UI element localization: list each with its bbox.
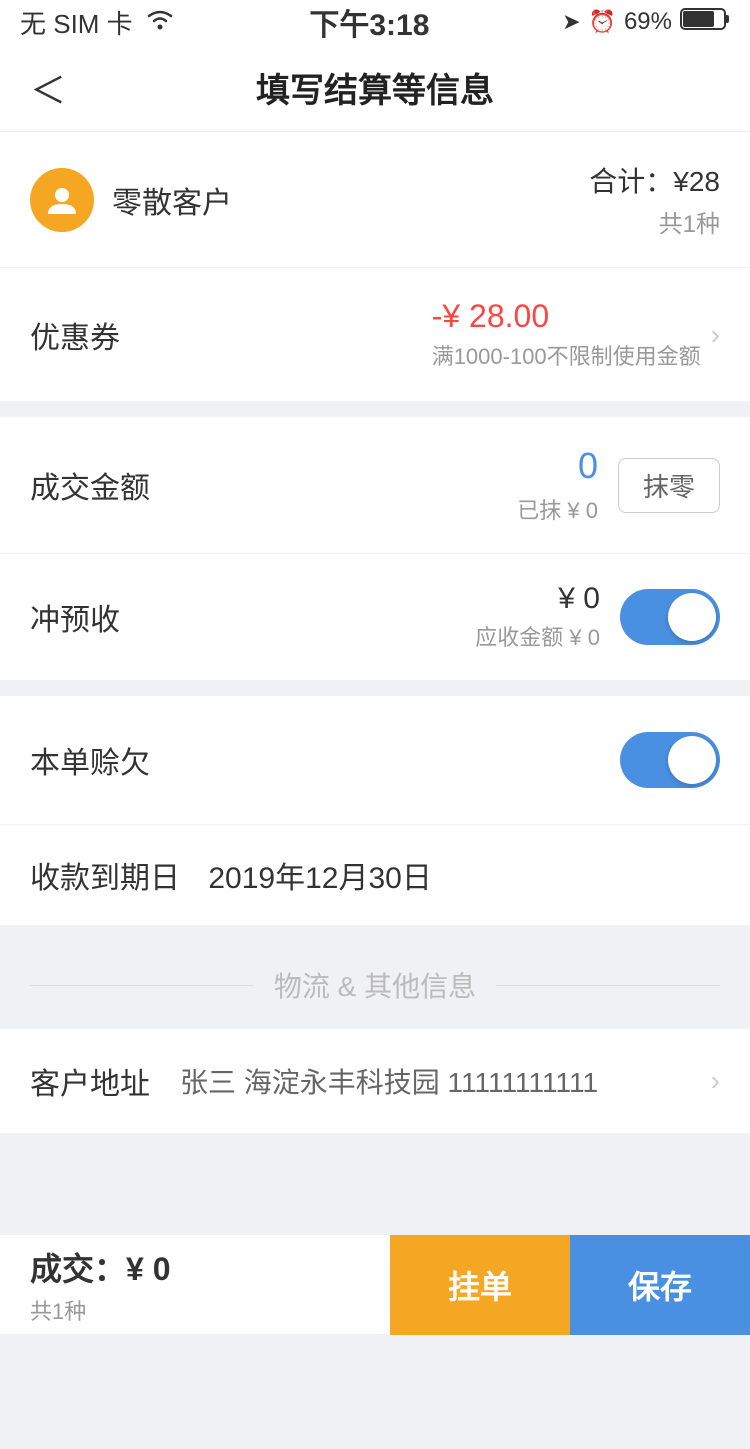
logistics-divider: 物流 & 其他信息	[0, 941, 750, 1029]
coupon-desc: 满1000-100不限制使用金额	[432, 339, 701, 371]
coupon-label: 优惠券	[30, 313, 120, 357]
debt-toggle[interactable]	[620, 732, 720, 788]
debt-row: 本单赊欠	[0, 696, 750, 824]
total-amount: 合计：¥28	[589, 160, 720, 200]
deal-amount-sub: 已抹 ¥ 0	[517, 493, 598, 525]
address-chevron-icon: ›	[711, 1065, 720, 1097]
wifi-icon	[143, 7, 177, 38]
prepayment-row: 冲预收 ¥ 0 应收金额 ¥ 0	[0, 554, 750, 680]
status-bar: 无 SIM 卡 下午3:18 ➤ ⏰ 69%	[0, 0, 750, 44]
save-button[interactable]: 保存	[570, 1235, 750, 1335]
back-button[interactable]: ＜	[30, 52, 76, 124]
deal-section: 成交金额 0 已抹 ¥ 0 抹零 冲预收 ¥ 0 应收金额 ¥ 0	[0, 417, 750, 680]
customer-name: 零散客户	[112, 178, 232, 222]
battery-label: 69%	[624, 8, 672, 36]
due-date-row: 收款到期日 2019年12月30日	[0, 824, 750, 925]
coupon-row[interactable]: 优惠券 -¥ 28.00 满1000-100不限制使用金额 ›	[0, 267, 750, 401]
coupon-discount: -¥ 28.00	[432, 298, 701, 335]
alarm-icon: ⏰	[589, 9, 616, 35]
time-label: 下午3:18	[309, 0, 429, 44]
battery-icon	[680, 6, 730, 39]
customer-section: 零散客户 合计：¥28 共1种 优惠券 -¥ 28.00 满1000-100不限…	[0, 132, 750, 401]
location-icon: ➤	[562, 9, 580, 35]
deal-amount-value[interactable]: 0	[517, 445, 598, 487]
nav-bar: ＜ 填写结算等信息	[0, 44, 750, 132]
bottom-count: 共1种	[30, 1294, 360, 1326]
toggle-knob	[668, 593, 716, 641]
address-section: 客户地址 张三 海淀永丰科技园 11111111111 ›	[0, 1029, 750, 1133]
bottom-deal-label: 成交：¥ 0	[30, 1244, 360, 1290]
prepayment-toggle[interactable]	[620, 589, 720, 645]
chevron-right-icon: ›	[711, 319, 720, 351]
debt-toggle-knob	[668, 736, 716, 784]
address-label: 客户地址	[30, 1059, 150, 1103]
debt-label: 本单赊欠	[30, 738, 150, 782]
bottom-summary: 成交：¥ 0 共1种	[0, 1244, 390, 1326]
pending-button[interactable]: 挂单	[390, 1235, 570, 1335]
logistics-label: 物流 & 其他信息	[274, 965, 476, 1005]
address-row[interactable]: 客户地址 张三 海淀永丰科技园 11111111111 ›	[0, 1029, 750, 1133]
carrier-label: 无 SIM 卡	[20, 4, 133, 41]
page-title: 填写结算等信息	[256, 63, 494, 112]
avatar	[30, 168, 94, 232]
deal-amount-row: 成交金额 0 已抹 ¥ 0 抹零	[0, 417, 750, 554]
prepayment-label: 冲预收	[30, 595, 120, 639]
customer-row: 零散客户 合计：¥28 共1种	[0, 132, 750, 267]
due-date-label: 收款到期日	[30, 862, 180, 895]
total-count: 共1种	[589, 204, 720, 239]
bottom-bar: 成交：¥ 0 共1种 挂单 保存	[0, 1234, 750, 1334]
prepayment-sub: 应收金额 ¥ 0	[475, 620, 600, 652]
debt-section: 本单赊欠 收款到期日 2019年12月30日	[0, 696, 750, 925]
address-value: 张三 海淀永丰科技园 11111111111	[180, 1061, 711, 1101]
bottom-deal-value: ¥ 0	[126, 1251, 170, 1287]
prepayment-value: ¥ 0	[475, 582, 600, 616]
deal-amount-label: 成交金额	[30, 463, 150, 507]
due-date-value: 2019年12月30日	[208, 862, 431, 895]
round-zero-button[interactable]: 抹零	[618, 458, 720, 513]
